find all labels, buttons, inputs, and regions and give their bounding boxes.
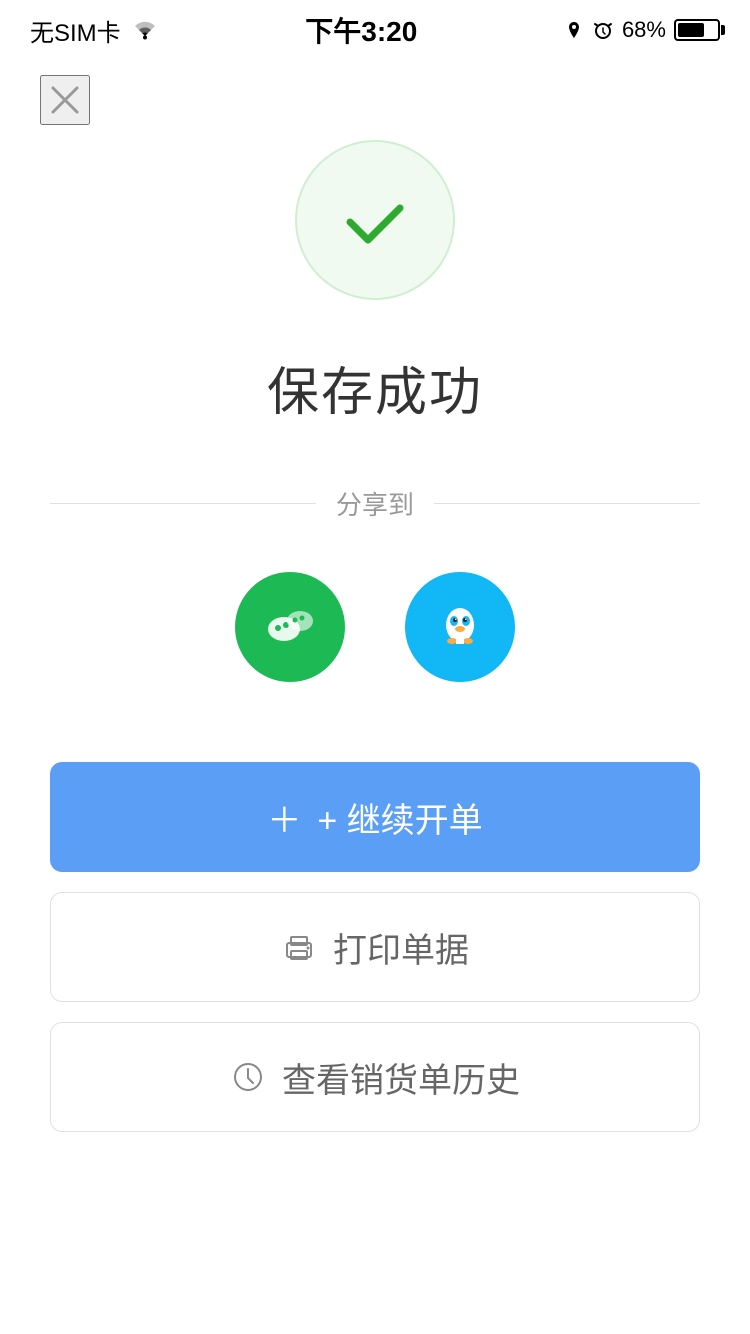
qq-share-button[interactable] (405, 572, 515, 682)
share-divider: 分享到 (0, 485, 750, 522)
printer-icon (281, 929, 317, 965)
wechat-share-button[interactable] (235, 572, 345, 682)
success-icon-container (295, 140, 455, 300)
status-left: 无SIM卡 (30, 13, 159, 48)
print-receipt-button[interactable]: 打印单据 (50, 892, 700, 1002)
location-icon (564, 20, 584, 40)
continue-order-label: + 继续开单 (317, 793, 482, 842)
alarm-icon (592, 19, 614, 41)
qq-icon (428, 595, 493, 660)
battery-icon-container (674, 19, 720, 41)
view-history-label: 查看销货单历史 (282, 1053, 520, 1102)
clock-icon (230, 1059, 266, 1095)
share-label: 分享到 (316, 485, 434, 522)
share-section: 分享到 (0, 485, 750, 682)
print-receipt-label: 打印单据 (333, 923, 469, 972)
view-history-button[interactable]: 查看销货单历史 (50, 1022, 700, 1132)
close-button[interactable] (40, 75, 90, 125)
success-title: 保存成功 (267, 350, 483, 425)
battery-fill (678, 23, 704, 37)
status-right: 68% (564, 17, 720, 43)
battery-icon (674, 19, 720, 41)
main-content: 保存成功 分享到 (0, 60, 750, 1132)
battery-text: 68% (622, 17, 666, 43)
wechat-icon (258, 595, 323, 660)
share-icons (235, 572, 515, 682)
checkmark-icon (335, 180, 415, 260)
status-time: 下午3:20 (305, 10, 417, 50)
continue-order-button[interactable]: ＋ + 继续开单 (50, 762, 700, 872)
divider-left (50, 503, 316, 504)
wifi-icon (131, 20, 159, 40)
carrier-text: 无SIM卡 (30, 13, 121, 48)
close-icon (49, 84, 81, 116)
divider-right (434, 503, 700, 504)
continue-order-icon: ＋ (267, 793, 301, 842)
actions-section: ＋ + 继续开单 打印单据 查看销货单历史 (0, 762, 750, 1132)
status-bar: 无SIM卡 下午3:20 68% (0, 0, 750, 60)
